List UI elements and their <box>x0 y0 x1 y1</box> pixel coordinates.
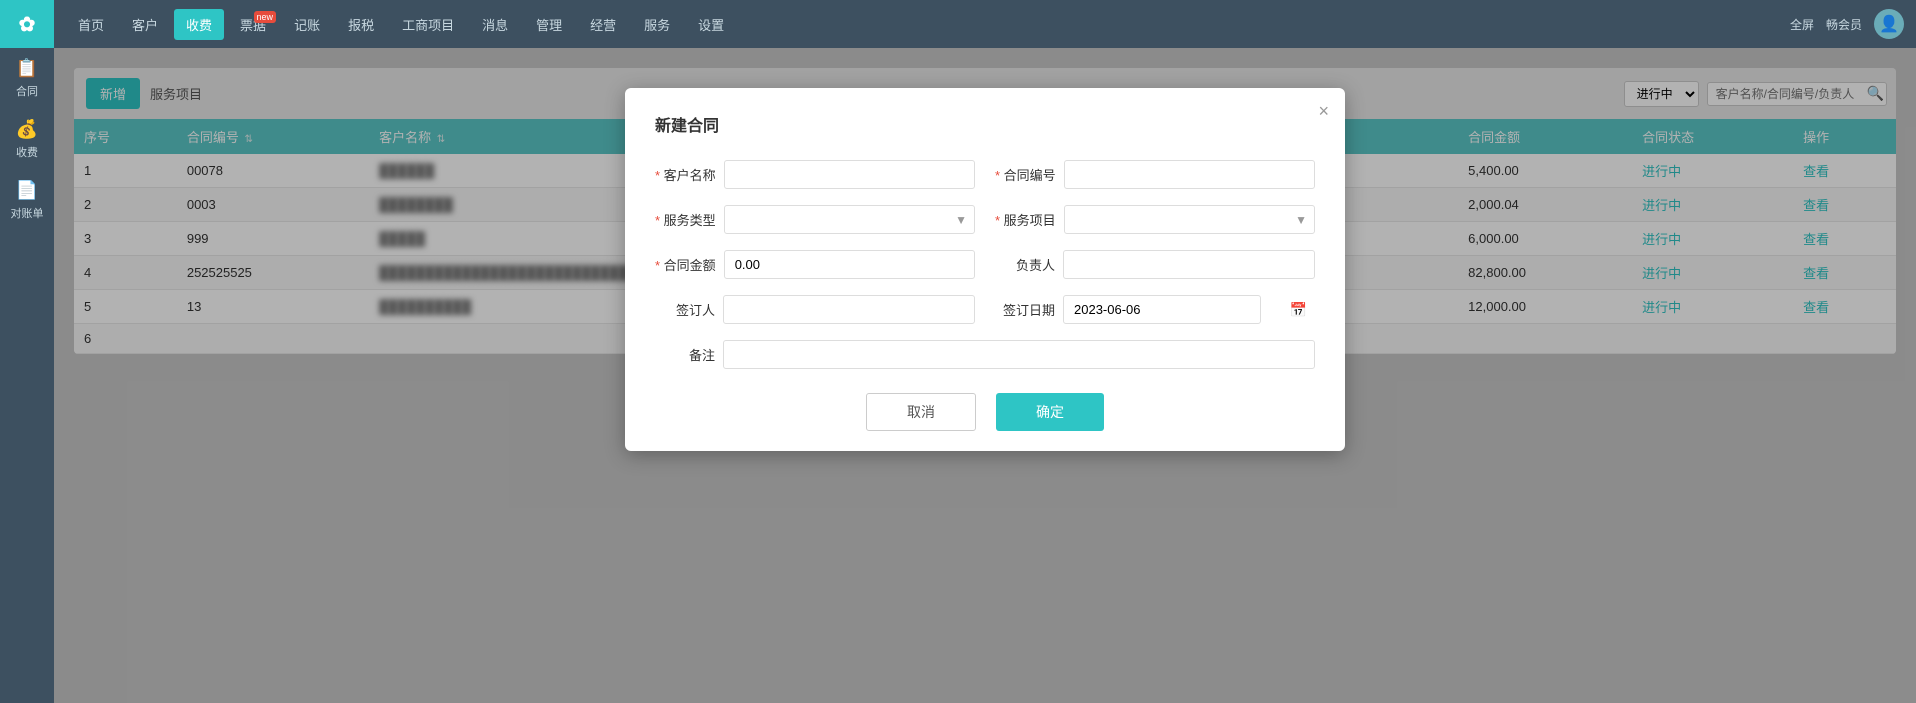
nav-message[interactable]: 消息 <box>470 9 520 40</box>
nav-customer[interactable]: 客户 <box>120 9 170 40</box>
topnav-right: 全屏 畅会员 👤 <box>1790 9 1904 39</box>
form-row-4: 签订人 签订日期 📅 <box>655 295 1315 324</box>
nav-tax[interactable]: 报税 <box>336 9 386 40</box>
sidebar-item-contract[interactable]: 📋 合同 <box>0 48 54 109</box>
calendar-icon: 📅 <box>1290 301 1307 318</box>
form-group-contract-no: 合同编号 <box>995 160 1315 189</box>
avatar[interactable]: 👤 <box>1874 9 1904 39</box>
billing-icon: 💰 <box>16 119 38 140</box>
dialog-close-button[interactable]: × <box>1318 102 1329 120</box>
form-group-sign-date: 签订日期 📅 <box>995 295 1315 324</box>
sign-date-input[interactable] <box>1063 295 1261 324</box>
sign-date-label: 签订日期 <box>995 300 1055 319</box>
sign-date-wrap: 📅 <box>1063 295 1315 324</box>
sidebar-item-billing-label: 收费 <box>16 144 38 160</box>
app-logo: ✿ <box>0 0 54 48</box>
form-row-1: 客户名称 合同编号 <box>655 160 1315 189</box>
service-item-wrap: ▼ <box>1064 205 1315 234</box>
content: 新增 服务项目 进行中 已完成 已终止 全部 🔍 序号 <box>54 48 1916 703</box>
nav-billing[interactable]: 收费 <box>174 9 224 40</box>
contract-no-input[interactable] <box>1064 160 1315 189</box>
new-contract-dialog: 新建合同 × 客户名称 合同编号 服务类型 <box>625 88 1345 451</box>
form-row-3: 合同金额 负责人 <box>655 250 1315 279</box>
responsible-input[interactable] <box>1063 250 1315 279</box>
member-button[interactable]: 畅会员 <box>1826 16 1862 33</box>
contract-icon: 📋 <box>16 58 38 79</box>
customer-name-label: 客户名称 <box>655 165 716 184</box>
statement-icon: 📄 <box>16 180 38 201</box>
nav-settings[interactable]: 设置 <box>686 9 736 40</box>
form-group-signer: 签订人 <box>655 295 975 324</box>
service-type-label: 服务类型 <box>655 210 716 229</box>
sidebar: ✿ 📋 合同 💰 收费 📄 对账单 <box>0 0 54 703</box>
contract-no-label: 合同编号 <box>995 165 1056 184</box>
sidebar-item-statement-label: 对账单 <box>11 205 44 221</box>
invoice-badge: new <box>254 11 277 23</box>
modal-overlay: 新建合同 × 客户名称 合同编号 服务类型 <box>54 48 1916 703</box>
sidebar-item-contract-label: 合同 <box>16 83 38 99</box>
dialog-title: 新建合同 <box>655 112 1315 136</box>
notes-label: 备注 <box>655 345 715 364</box>
nav-service[interactable]: 服务 <box>632 9 682 40</box>
nav-management[interactable]: 管理 <box>524 9 574 40</box>
contract-amount-label: 合同金额 <box>655 255 716 274</box>
customer-name-input[interactable] <box>724 160 975 189</box>
form-row-5: 备注 <box>655 340 1315 369</box>
service-type-select[interactable] <box>724 205 975 234</box>
form-group-responsible: 负责人 <box>995 250 1315 279</box>
form-group-notes: 备注 <box>655 340 1315 369</box>
nav-home[interactable]: 首页 <box>66 9 116 40</box>
service-item-select[interactable] <box>1064 205 1315 234</box>
form-row-2: 服务类型 ▼ 服务项目 ▼ <box>655 205 1315 234</box>
form-group-service-item: 服务项目 ▼ <box>995 205 1315 234</box>
form-group-service-type: 服务类型 ▼ <box>655 205 975 234</box>
notes-input[interactable] <box>723 340 1315 369</box>
signer-input[interactable] <box>723 295 975 324</box>
fullscreen-button[interactable]: 全屏 <box>1790 16 1814 33</box>
form-group-amount: 合同金额 <box>655 250 975 279</box>
signer-label: 签订人 <box>655 300 715 319</box>
dialog-footer: 取消 确定 <box>655 393 1315 431</box>
cancel-button[interactable]: 取消 <box>866 393 976 431</box>
form-group-customer: 客户名称 <box>655 160 975 189</box>
nav-accounting[interactable]: 记账 <box>282 9 332 40</box>
nav-business[interactable]: 工商项目 <box>390 9 466 40</box>
nav-operation[interactable]: 经营 <box>578 9 628 40</box>
contract-amount-input[interactable] <box>724 250 975 279</box>
nav-invoice[interactable]: 票据 new <box>228 9 278 40</box>
sidebar-item-statement[interactable]: 📄 对账单 <box>0 170 54 231</box>
service-item-label: 服务项目 <box>995 210 1056 229</box>
topnav: 首页 客户 收费 票据 new 记账 报税 工商项目 消息 管理 经营 服务 设… <box>54 0 1916 48</box>
main-area: 首页 客户 收费 票据 new 记账 报税 工商项目 消息 管理 经营 服务 设… <box>54 0 1916 703</box>
sidebar-item-billing[interactable]: 💰 收费 <box>0 109 54 170</box>
confirm-button[interactable]: 确定 <box>996 393 1104 431</box>
service-type-wrap: ▼ <box>724 205 975 234</box>
responsible-label: 负责人 <box>995 255 1055 274</box>
